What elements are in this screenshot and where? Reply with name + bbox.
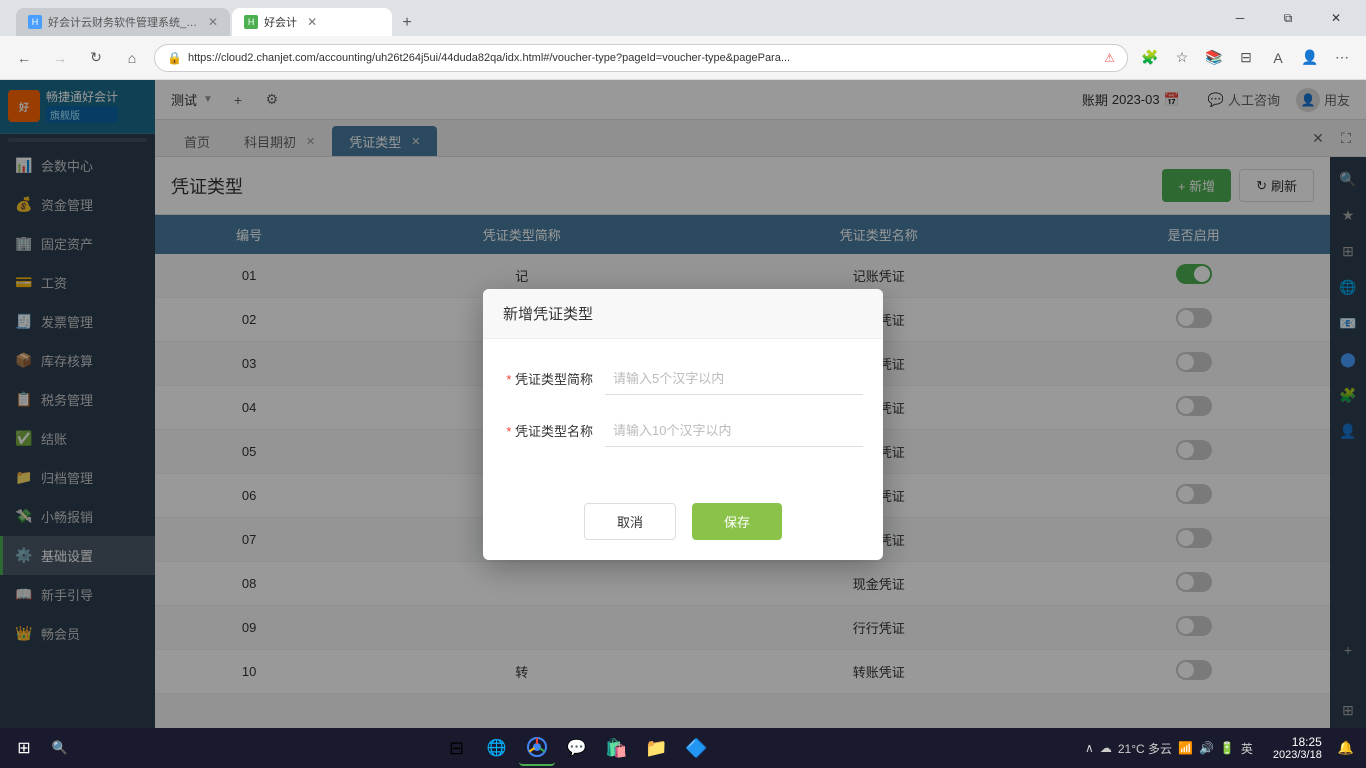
tab-1-favicon: H <box>28 15 42 29</box>
taskbar-time: 18:25 <box>1292 735 1322 749</box>
browser-chrome: H 好会计云财务软件管理系统_会计 ✕ H 好会计 ✕ + ─ ⧉ ✕ ← → … <box>0 0 1366 80</box>
tray-temp-label: 21°C 多云 <box>1118 740 1172 757</box>
tabs-container: H 好会计云财务软件管理系统_会计 ✕ H 好会计 ✕ + <box>16 0 1210 36</box>
tab-1-title: 好会计云财务软件管理系统_会计 <box>48 14 198 30</box>
taskbar-date: 2023/3/18 <box>1273 749 1322 761</box>
cancel-button[interactable]: 取消 <box>584 503 676 540</box>
tray-sound-icon[interactable]: 🔊 <box>1199 741 1214 755</box>
full-name-input[interactable] <box>605 415 863 447</box>
tab-bar: H 好会计云财务软件管理系统_会计 ✕ H 好会计 ✕ + ─ ⧉ ✕ <box>0 0 1366 36</box>
full-name-field: 凭证类型名称 <box>503 415 863 447</box>
more-tools-button[interactable]: ⋯ <box>1328 44 1356 72</box>
address-input-container[interactable]: 🔒 https://cloud2.chanjet.com/accounting/… <box>154 44 1128 72</box>
restore-button[interactable]: ⧉ <box>1266 4 1310 32</box>
split-screen-button[interactable]: ⊟ <box>1232 44 1260 72</box>
taskbar: ⊞ 🔍 ⊟ 🌐 💬 🛍️ 📁 🔷 ∧ ☁ 21°C 多云 📶 🔊 🔋 英 18:… <box>0 728 1366 768</box>
close-button[interactable]: ✕ <box>1314 4 1358 32</box>
taskbar-wechat[interactable]: 💬 <box>559 730 595 766</box>
add-voucher-type-modal: 新增凭证类型 凭证类型简称 凭证类型名称 取消 保存 <box>483 289 883 560</box>
tab-2-favicon: H <box>244 15 258 29</box>
tray-battery-icon: 🔋 <box>1220 741 1235 755</box>
browser-tab-1[interactable]: H 好会计云财务软件管理系统_会计 ✕ <box>16 8 230 36</box>
taskbar-chrome[interactable] <box>519 730 555 766</box>
browser-tab-2[interactable]: H 好会计 ✕ <box>232 8 392 36</box>
tray-weather: ☁ <box>1100 741 1112 755</box>
taskbar-apps: ⊟ 🌐 💬 🛍️ 📁 🔷 <box>80 730 1073 766</box>
modal-overlay: 新增凭证类型 凭证类型简称 凭证类型名称 取消 保存 <box>0 80 1366 768</box>
modal-header: 新增凭证类型 <box>483 289 883 339</box>
address-text: https://cloud2.chanjet.com/accounting/uh… <box>188 52 1098 64</box>
tab-2-close[interactable]: ✕ <box>307 15 317 29</box>
taskbar-store[interactable]: 🛍️ <box>599 730 635 766</box>
refresh-button[interactable]: ↻ <box>82 44 110 72</box>
tab-2-title: 好会计 <box>264 14 297 30</box>
taskbar-edge[interactable]: 🌐 <box>479 730 515 766</box>
tray-lang[interactable]: 英 <box>1241 740 1253 757</box>
window-controls: ─ ⧉ ✕ <box>1218 4 1358 32</box>
lock-icon: 🔒 <box>167 51 182 65</box>
short-name-input[interactable] <box>605 363 863 395</box>
minimize-button[interactable]: ─ <box>1218 4 1262 32</box>
collections-button[interactable]: 📚 <box>1200 44 1228 72</box>
browser-tools: 🧩 ☆ 📚 ⊟ A 👤 ⋯ <box>1136 44 1356 72</box>
reading-view-button[interactable]: A <box>1264 44 1292 72</box>
taskbar-search-button[interactable]: 🔍 <box>44 732 76 764</box>
short-name-label: 凭证类型简称 <box>503 369 593 388</box>
start-button[interactable]: ⊞ <box>8 732 40 764</box>
modal-title: 新增凭证类型 <box>503 303 593 324</box>
taskbar-time-area[interactable]: 18:25 2023/3/18 <box>1265 735 1330 761</box>
tray-up-arrow[interactable]: ∧ <box>1085 741 1094 755</box>
save-button[interactable]: 保存 <box>692 503 782 540</box>
modal-body: 凭证类型简称 凭证类型名称 <box>483 339 883 491</box>
system-tray: ∧ ☁ 21°C 多云 📶 🔊 🔋 英 <box>1077 740 1261 757</box>
favorites-button[interactable]: ☆ <box>1168 44 1196 72</box>
new-tab-button[interactable]: + <box>394 10 420 36</box>
forward-button[interactable]: → <box>46 44 74 72</box>
full-name-label: 凭证类型名称 <box>503 421 593 440</box>
taskbar-edge2[interactable]: 🔷 <box>679 730 715 766</box>
short-name-field: 凭证类型简称 <box>503 363 863 395</box>
address-bar: ← → ↻ ⌂ 🔒 https://cloud2.chanjet.com/acc… <box>0 36 1366 80</box>
taskbar-task-view[interactable]: ⊟ <box>439 730 475 766</box>
extensions-button[interactable]: 🧩 <box>1136 44 1164 72</box>
taskbar-files[interactable]: 📁 <box>639 730 675 766</box>
tray-wifi-icon: 📶 <box>1178 741 1193 755</box>
modal-footer: 取消 保存 <box>483 491 883 560</box>
home-button[interactable]: ⌂ <box>118 44 146 72</box>
reader-icon: ⚠ <box>1104 51 1115 65</box>
notification-button[interactable]: 🔔 <box>1334 740 1358 756</box>
profile-button[interactable]: 👤 <box>1296 44 1324 72</box>
back-button[interactable]: ← <box>10 44 38 72</box>
tab-1-close[interactable]: ✕ <box>208 15 218 29</box>
